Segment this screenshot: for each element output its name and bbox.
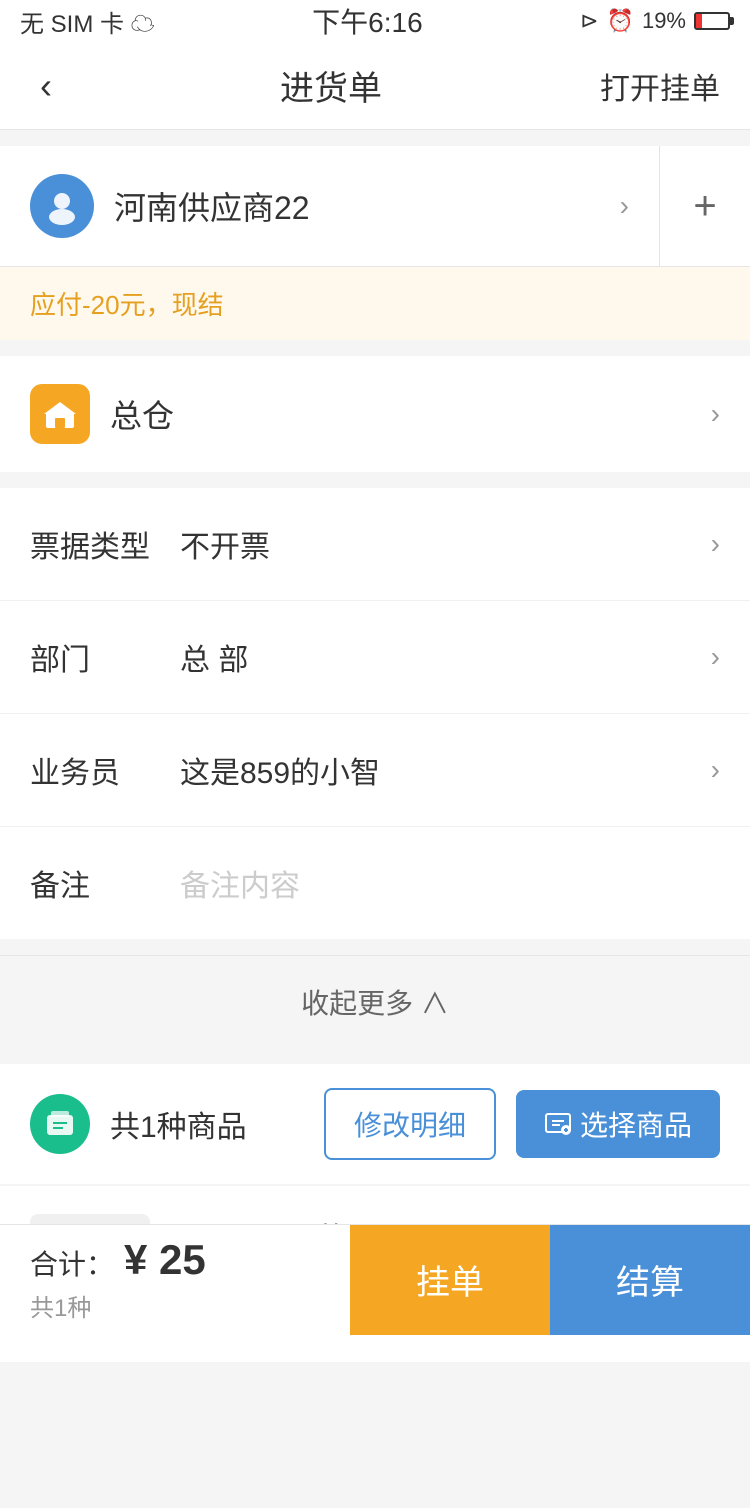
status-right: ⊳ ⏰ 19% <box>580 8 730 34</box>
dept-row[interactable]: 部门 总 部 › <box>0 601 750 714</box>
total-section: 合计： ¥ 25 共1种 <box>0 1236 350 1323</box>
supplier-section: 河南供应商22 › + <box>0 146 750 267</box>
battery-text: 19% <box>642 8 686 34</box>
form-section: 票据类型 不开票 › 部门 总 部 › 业务员 这是859的小智 › 备注 备注… <box>0 488 750 939</box>
total-amount: ¥ 25 <box>124 1236 206 1284</box>
hang-order-button[interactable]: 挂单 <box>350 1225 550 1335</box>
invoice-value: 不开票 <box>160 522 701 566</box>
total-label: 合计： <box>30 1243 114 1283</box>
products-icon <box>30 1094 90 1154</box>
dept-label: 部门 <box>30 635 160 679</box>
edit-details-button[interactable]: 修改明细 <box>324 1088 496 1160</box>
settle-button[interactable]: 结算 <box>550 1225 750 1335</box>
supplier-selector[interactable]: 河南供应商22 › <box>0 146 660 266</box>
page-title: 进货单 <box>280 61 382 110</box>
invoice-chevron-icon: › <box>711 528 720 560</box>
battery-icon <box>694 12 730 30</box>
select-product-button[interactable]: 选择商品 <box>516 1090 720 1158</box>
signal-text: 无 SIM 卡 ☁ <box>20 4 155 39</box>
products-header: 共1种商品 修改明细 选择商品 <box>0 1064 750 1184</box>
collapse-button[interactable]: 收起更多 ∧ <box>0 955 750 1048</box>
notice-bar: 应付-20元，现结 <box>0 267 750 340</box>
staff-value: 这是859的小智 <box>160 748 701 792</box>
invoice-row[interactable]: 票据类型 不开票 › <box>0 488 750 601</box>
warehouse-section[interactable]: 总仓 › <box>0 356 750 472</box>
status-left: 无 SIM 卡 ☁ <box>20 4 155 39</box>
products-count: 共1种商品 <box>110 1102 304 1146</box>
alarm-icon: ⏰ <box>607 8 634 34</box>
total-count: 共1种 <box>30 1288 320 1323</box>
location-icon: ⊳ <box>580 8 598 34</box>
remark-row[interactable]: 备注 备注内容 <box>0 827 750 939</box>
select-product-label: 选择商品 <box>580 1104 692 1144</box>
remark-value: 备注内容 <box>160 861 720 905</box>
invoice-label: 票据类型 <box>30 522 160 566</box>
warehouse-chevron-icon: › <box>711 398 720 430</box>
warehouse-name: 总仓 <box>110 391 701 437</box>
status-bar: 无 SIM 卡 ☁ 下午6:16 ⊳ ⏰ 19% <box>0 0 750 42</box>
warehouse-icon <box>30 384 90 444</box>
supplier-chevron-icon: › <box>620 190 629 222</box>
add-supplier-button[interactable]: + <box>660 146 750 266</box>
supplier-name: 河南供应商22 <box>114 183 610 229</box>
bottom-bar: 合计： ¥ 25 共1种 挂单 结算 <box>0 1224 750 1334</box>
dept-value: 总 部 <box>160 635 701 679</box>
back-button[interactable]: ‹ <box>30 55 62 117</box>
nav-bar: ‹ 进货单 打开挂单 <box>0 42 750 130</box>
staff-chevron-icon: › <box>711 754 720 786</box>
status-time: 下午6:16 <box>312 1 423 41</box>
supplier-avatar <box>30 174 94 238</box>
remark-label: 备注 <box>30 861 160 905</box>
staff-row[interactable]: 业务员 这是859的小智 › <box>0 714 750 827</box>
open-pending-button[interactable]: 打开挂单 <box>600 64 720 108</box>
dept-chevron-icon: › <box>711 641 720 673</box>
staff-label: 业务员 <box>30 748 160 792</box>
